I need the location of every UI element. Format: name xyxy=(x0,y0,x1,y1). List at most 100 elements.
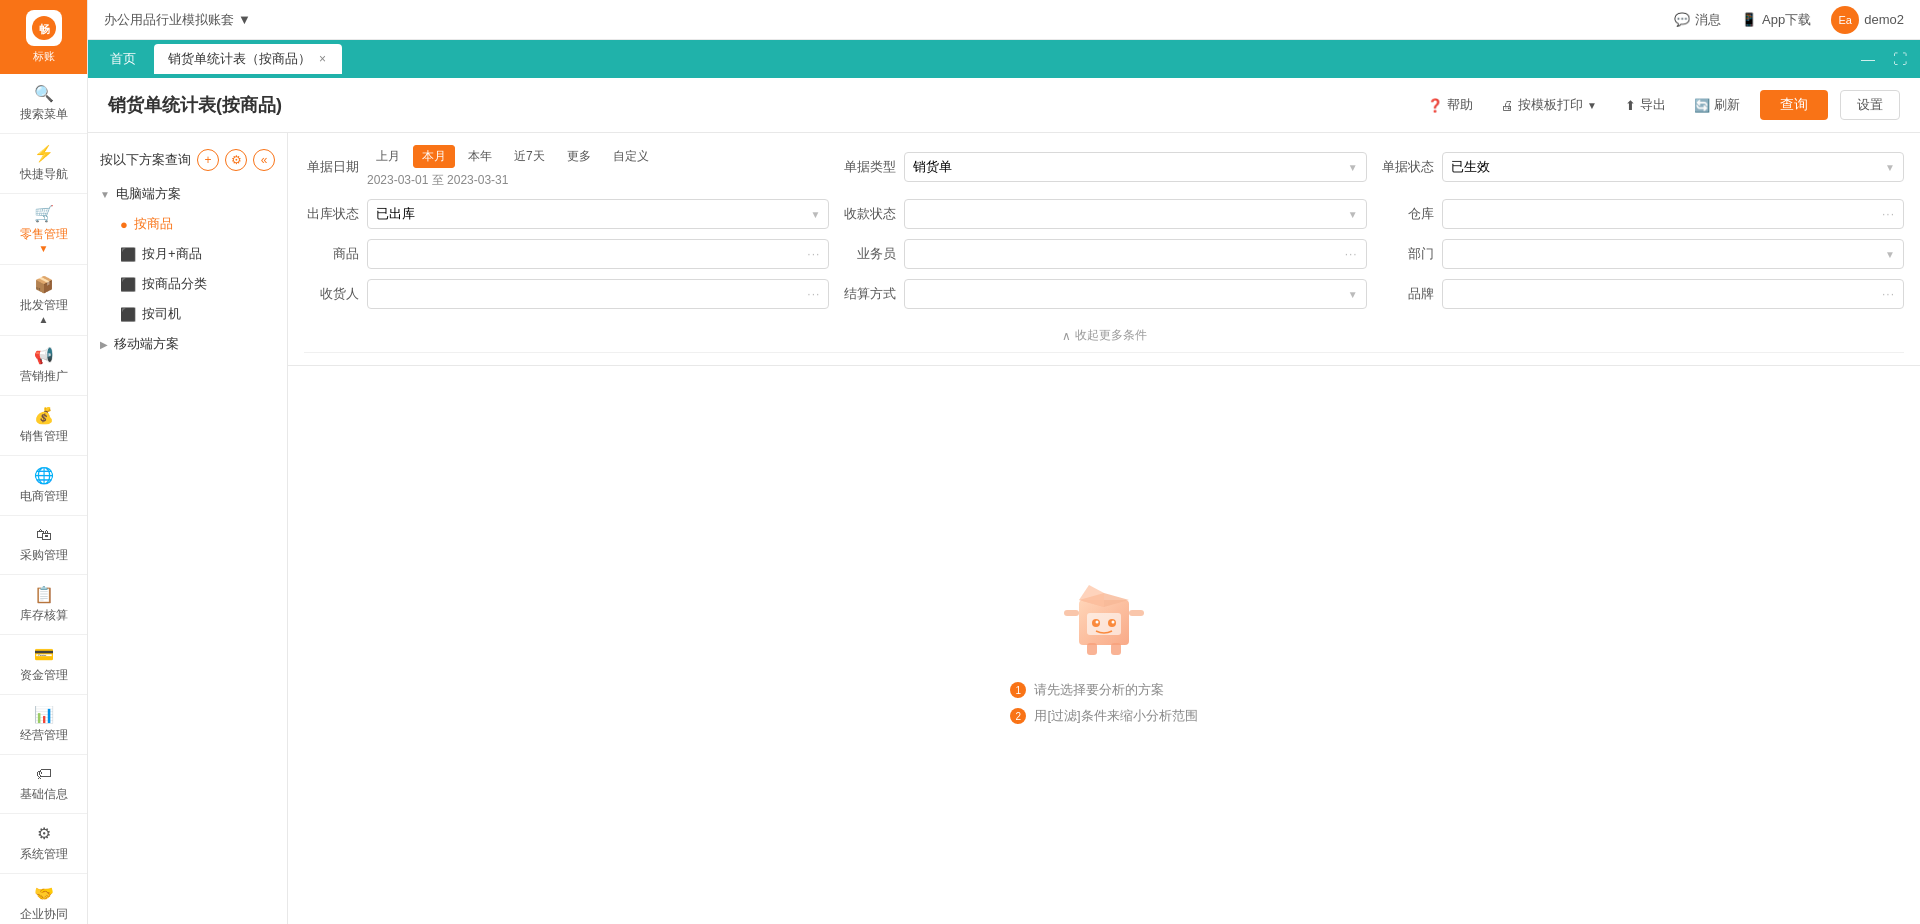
tip-text-2: 用[过滤]条件来缩小分析范围 xyxy=(1034,707,1197,725)
sidebar-item-ecommerce[interactable]: 🌐 电商管理 xyxy=(0,456,87,516)
doc-type-label: 单据类型 xyxy=(841,158,896,176)
settings-button[interactable]: 设置 xyxy=(1840,90,1900,120)
ecommerce-icon: 🌐 xyxy=(34,466,54,485)
filter-date-field: 单据日期 上月 本月 本年 近7天 更多 自定义 20 xyxy=(304,145,829,189)
out-status-control[interactable]: 已出库 ▼ xyxy=(367,199,829,229)
department-control[interactable]: ▼ xyxy=(1442,239,1904,269)
filter-doc-status-field: 单据状态 已生效 ▼ xyxy=(1379,152,1904,182)
print-label: 按模板打印 xyxy=(1518,96,1583,114)
date-tab-more[interactable]: 更多 xyxy=(558,145,600,168)
logo-icon: 畅 xyxy=(26,10,62,46)
export-btn[interactable]: ⬆ 导出 xyxy=(1617,92,1674,118)
collapse-panel-btn[interactable]: « xyxy=(253,149,275,171)
payment-status-control[interactable]: ▼ xyxy=(904,199,1366,229)
sidebar-item-label: 电商管理 xyxy=(20,488,68,505)
sidebar-item-label: 资金管理 xyxy=(20,667,68,684)
tree-section-mobile[interactable]: ▶ 移动端方案 xyxy=(88,329,287,359)
sidebar-item-wholesale[interactable]: 📦 批发管理 ▲ xyxy=(0,265,87,336)
refresh-btn[interactable]: 🔄 刷新 xyxy=(1686,92,1748,118)
sidebar-item-enterprise[interactable]: 🤝 企业协同 xyxy=(0,874,87,924)
inventory-icon: 📋 xyxy=(34,585,54,604)
add-scheme-btn[interactable]: + xyxy=(197,149,219,171)
maximize-btn[interactable]: ⛶ xyxy=(1888,49,1912,69)
empty-tip-1: 1 请先选择要分析的方案 xyxy=(1010,681,1197,699)
help-btn[interactable]: ❓ 帮助 xyxy=(1419,92,1481,118)
active-scheme-icon: ● xyxy=(120,217,128,232)
tree-section-desktop[interactable]: ▼ 电脑端方案 xyxy=(88,179,287,209)
sidebar-item-purchase[interactable]: 🛍 采购管理 xyxy=(0,516,87,575)
minimize-btn[interactable]: — xyxy=(1856,49,1880,69)
tab-window-controls: — ⛶ xyxy=(1856,49,1912,69)
query-button[interactable]: 查询 xyxy=(1760,90,1828,120)
scheme-icon: ⬛ xyxy=(120,277,136,292)
dropdown-arrow-icon: ▼ xyxy=(810,209,820,220)
filter-row-3: 商品 ··· 业务员 ··· xyxy=(304,239,1904,269)
tree-item-by-category[interactable]: ⬛ 按商品分类 xyxy=(112,269,287,299)
system-icon: ⚙ xyxy=(37,824,51,843)
scheme-settings-btn[interactable]: ⚙ xyxy=(225,149,247,171)
receiver-control[interactable]: ··· xyxy=(367,279,829,309)
date-tab-this-month[interactable]: 本月 xyxy=(413,145,455,168)
collapse-more-btn[interactable]: ∧ 收起更多条件 xyxy=(304,319,1904,353)
tab-close-btn[interactable]: × xyxy=(317,51,328,67)
industry-selector[interactable]: 办公用品行业模拟账套 ▼ xyxy=(104,11,251,29)
sidebar-item-quick-nav[interactable]: ⚡ 快捷导航 xyxy=(0,134,87,194)
date-tab-custom[interactable]: 自定义 xyxy=(604,145,658,168)
tree-item-by-month-goods[interactable]: ⬛ 按月+商品 xyxy=(112,239,287,269)
more-options-icon: ··· xyxy=(1882,287,1895,301)
sidebar-item-sales[interactable]: 💰 销售管理 xyxy=(0,396,87,456)
logo-area[interactable]: 畅 标账 xyxy=(0,0,87,74)
print-btn[interactable]: 🖨 按模板打印 ▼ xyxy=(1493,92,1605,118)
date-tab-this-year[interactable]: 本年 xyxy=(459,145,501,168)
dropdown-arrow-icon: ▼ xyxy=(1348,162,1358,173)
sidebar-item-label: 采购管理 xyxy=(20,547,68,564)
tree-item-label: 按月+商品 xyxy=(142,245,202,263)
purchase-icon: 🛍 xyxy=(36,526,52,544)
industry-label: 办公用品行业模拟账套 xyxy=(104,11,234,29)
tip-number-2: 2 xyxy=(1010,708,1026,724)
panel-header: 按以下方案查询 + ⚙ « xyxy=(88,141,287,179)
doc-type-control[interactable]: 销货单 ▼ xyxy=(904,152,1366,182)
sidebar-item-retail[interactable]: 🛒 零售管理 ▼ xyxy=(0,194,87,265)
message-btn[interactable]: 💬 消息 xyxy=(1674,11,1721,29)
salesperson-control[interactable]: ··· xyxy=(904,239,1366,269)
dropdown-arrow-icon: ▼ xyxy=(1885,162,1895,173)
sidebar-item-label: 经营管理 xyxy=(20,727,68,744)
page-title: 销货单统计表(按商品) xyxy=(108,93,282,117)
user-profile-btn[interactable]: Ea demo2 xyxy=(1831,6,1904,34)
app-download-btn[interactable]: 📱 App下载 xyxy=(1741,11,1811,29)
tab-home[interactable]: 首页 xyxy=(96,44,150,74)
tab-active[interactable]: 销货单统计表（按商品） × xyxy=(154,44,342,74)
logo-svg: 畅 xyxy=(31,15,57,41)
payment-status-label: 收款状态 xyxy=(841,205,896,223)
sidebar-item-operation[interactable]: 📊 经营管理 xyxy=(0,695,87,755)
scheme-icon: ⬛ xyxy=(120,307,136,322)
sidebar-item-label: 系统管理 xyxy=(20,846,68,863)
settlement-control[interactable]: ▼ xyxy=(904,279,1366,309)
warehouse-control[interactable]: ··· xyxy=(1442,199,1904,229)
filter-doc-type-field: 单据类型 销货单 ▼ xyxy=(841,152,1366,182)
date-tab-last-month[interactable]: 上月 xyxy=(367,145,409,168)
brand-control[interactable]: ··· xyxy=(1442,279,1904,309)
doc-status-control[interactable]: 已生效 ▼ xyxy=(1442,152,1904,182)
sidebar-item-basic[interactable]: 🏷 基础信息 xyxy=(0,755,87,814)
tree-item-label: 按商品分类 xyxy=(142,275,207,293)
sidebar-item-system[interactable]: ⚙ 系统管理 xyxy=(0,814,87,874)
sidebar-item-inventory[interactable]: 📋 库存核算 xyxy=(0,575,87,635)
sidebar-item-label: 基础信息 xyxy=(20,786,68,803)
collapse-label: 收起更多条件 xyxy=(1075,327,1147,344)
goods-control[interactable]: ··· xyxy=(367,239,829,269)
quick-nav-icon: ⚡ xyxy=(34,144,54,163)
goods-label: 商品 xyxy=(304,245,359,263)
sidebar-item-label: 零售管理 xyxy=(20,226,68,243)
date-tab-7-days[interactable]: 近7天 xyxy=(505,145,554,168)
tree-item-by-driver[interactable]: ⬛ 按司机 xyxy=(112,299,287,329)
sidebar-item-search-menu[interactable]: 🔍 搜索菜单 xyxy=(0,74,87,134)
tree-item-by-goods[interactable]: ● 按商品 xyxy=(112,209,287,239)
filter-warehouse-field: 仓库 ··· xyxy=(1379,199,1904,229)
scheme-icon: ⬛ xyxy=(120,247,136,262)
svg-point-9 xyxy=(1111,621,1114,624)
sidebar-item-label: 营销推广 xyxy=(20,368,68,385)
sidebar-item-marketing[interactable]: 📢 营销推广 xyxy=(0,336,87,396)
sidebar-item-finance[interactable]: 💳 资金管理 xyxy=(0,635,87,695)
